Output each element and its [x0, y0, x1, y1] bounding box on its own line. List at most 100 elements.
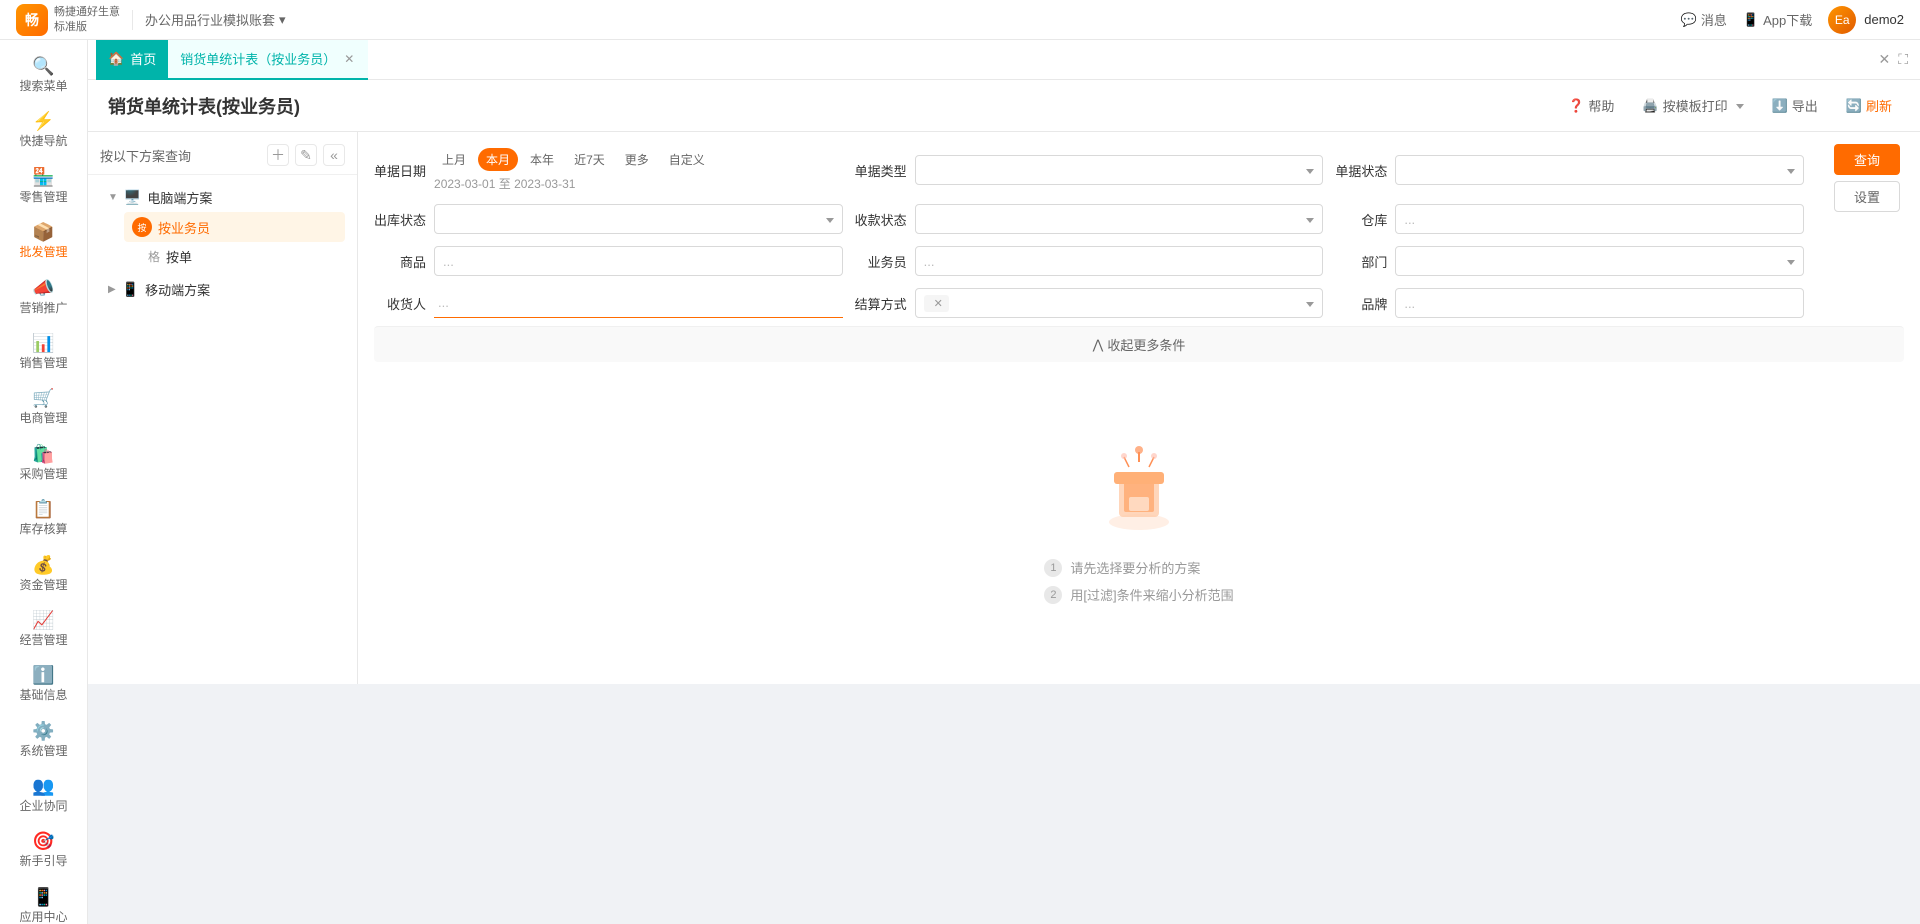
- sidebar-item-quicknav[interactable]: ⚡ 快捷导航: [0, 103, 87, 156]
- breadcrumb[interactable]: 办公用品行业模拟账套 ▾: [145, 10, 286, 29]
- receipt-status-filter-cell: 收款状态: [855, 204, 1324, 234]
- refresh-icon: 🔄: [1846, 98, 1862, 114]
- date-tab-7days[interactable]: 近7天: [566, 148, 613, 171]
- app-download-button[interactable]: 📱 App下载: [1743, 10, 1812, 29]
- date-tab-thisyear[interactable]: 本年: [522, 148, 562, 171]
- tree-item-order[interactable]: 格 按单: [124, 242, 345, 271]
- close-all-tabs-button[interactable]: ✕: [1878, 51, 1890, 68]
- goods-label: 商品: [374, 252, 426, 271]
- settlement-tag-close[interactable]: ✕: [934, 297, 943, 310]
- receipt-status-dropdown[interactable]: [915, 204, 1324, 234]
- sidebar-item-collab[interactable]: 👥 企业协同: [0, 768, 87, 821]
- order-status-dropdown[interactable]: [1395, 155, 1804, 185]
- user-name: demo2: [1864, 12, 1904, 27]
- sidebar-item-inventory[interactable]: 📋 库存核算: [0, 491, 87, 544]
- department-filter-cell: 部门: [1335, 246, 1804, 276]
- brand-input[interactable]: ...: [1395, 288, 1804, 318]
- export-icon: ⬇️: [1772, 98, 1788, 114]
- date-label: 单据日期: [374, 161, 426, 180]
- collapse-panel-button[interactable]: «: [323, 144, 345, 166]
- consignee-input[interactable]: ...: [434, 288, 843, 318]
- mobile-expand-icon: ▶: [108, 284, 116, 295]
- sidebar-item-search[interactable]: 🔍 搜索菜单: [0, 48, 87, 101]
- out-status-dropdown[interactable]: [434, 204, 843, 234]
- tree-node-mobile[interactable]: ▶ 📱 移动端方案: [100, 275, 345, 304]
- goods-placeholder: ...: [443, 254, 454, 269]
- export-button[interactable]: ⬇️ 导出: [1764, 92, 1826, 119]
- sidebar-item-purchase[interactable]: 🛍️ 采购管理: [0, 436, 87, 489]
- settlement-control[interactable]: ✕: [915, 288, 1324, 318]
- receipt-status-arrow-icon: [1302, 212, 1314, 227]
- add-scheme-button[interactable]: ＋: [267, 144, 289, 166]
- consignee-placeholder: ...: [438, 295, 449, 310]
- sidebar-item-guide[interactable]: 🎯 新手引导: [0, 823, 87, 876]
- basics-icon: ℹ️: [32, 665, 54, 686]
- tab-salesreport[interactable]: 销货单统计表（按业务员） ✕: [168, 40, 368, 80]
- filter-row-4: 收货人 ... 结算方式: [374, 288, 1904, 318]
- refresh-label: 刷新: [1866, 96, 1892, 115]
- maximize-button[interactable]: ⛶: [1898, 51, 1908, 68]
- sidebar-item-wholesale[interactable]: 📦 批发管理: [0, 214, 87, 267]
- logo-area: 畅 畅捷通好生意 标准版: [16, 4, 120, 36]
- department-label: 部门: [1335, 252, 1387, 271]
- consignee-label: 收货人: [374, 294, 426, 313]
- user-avatar: Ea: [1828, 6, 1856, 34]
- salesperson-input[interactable]: ...: [915, 246, 1324, 276]
- sidebar-item-retail[interactable]: 🏪 零售管理: [0, 159, 87, 212]
- tab-home-label: 首页: [130, 49, 156, 68]
- print-button[interactable]: 🖨️ 按模板打印: [1634, 92, 1751, 119]
- date-tab-custom[interactable]: 自定义: [661, 148, 713, 171]
- system-icon: ⚙️: [32, 721, 54, 742]
- sidebar-item-ecommerce[interactable]: 🛒 电商管理: [0, 380, 87, 433]
- sidebar-item-appcenter[interactable]: 📱 应用中心: [0, 879, 87, 924]
- sidebar-item-marketing[interactable]: 📣 营销推广: [0, 270, 87, 323]
- collapse-filters-button[interactable]: ⋀ 收起更多条件: [374, 326, 1904, 362]
- salesperson-scheme-icon: 按: [132, 217, 152, 237]
- sidebar-item-finance[interactable]: 💰 资金管理: [0, 547, 87, 600]
- order-type-dropdown[interactable]: [915, 155, 1324, 185]
- content-wrapper: 按以下方案查询 ＋ ✎ « ▼: [88, 132, 1920, 684]
- sidebar-item-sales[interactable]: 📊 销售管理: [0, 325, 87, 378]
- filter-row-3: 商品 ... 业务员 ...: [374, 246, 1904, 276]
- date-tab-more[interactable]: 更多: [617, 148, 657, 171]
- search-icon: 🔍: [32, 56, 54, 77]
- filter-row-1: 单据日期 上月 本月 本年 近7天 更多: [374, 148, 1904, 192]
- breadcrumb-arrow-icon: ▾: [279, 12, 286, 28]
- date-tabs: 上月 本月 本年 近7天 更多 自定义: [434, 148, 713, 171]
- purchase-icon: 🛍️: [32, 444, 54, 465]
- tree-salesperson-label: 按业务员: [158, 218, 210, 237]
- goods-input[interactable]: ...: [434, 246, 843, 276]
- settings-button[interactable]: 设置: [1834, 181, 1900, 212]
- refresh-button[interactable]: 🔄 刷新: [1838, 92, 1900, 119]
- page-header: 销货单统计表(按业务员) ❓ 帮助 🖨️ 按模板打印: [88, 80, 1920, 132]
- tree-node-pc[interactable]: ▼ 🖥️ 电脑端方案: [100, 183, 345, 212]
- tree-pc-children: 按 按业务员 格 按单: [100, 212, 345, 271]
- query-button[interactable]: 查询: [1834, 144, 1900, 175]
- order-status-arrow-icon: [1783, 163, 1795, 178]
- warehouse-input[interactable]: ...: [1395, 204, 1804, 234]
- date-control: 上月 本月 本年 近7天 更多 自定义 2023-03-01 至 20: [434, 148, 843, 192]
- sidebar-item-operations[interactable]: 📈 经营管理: [0, 602, 87, 655]
- print-dropdown-icon: [1732, 98, 1744, 113]
- inventory-icon: 📋: [32, 499, 54, 520]
- sidebar-item-basics[interactable]: ℹ️ 基础信息: [0, 657, 87, 710]
- appcenter-icon: 📱: [32, 887, 54, 908]
- tree-item-salesperson[interactable]: 按 按业务员: [124, 212, 345, 242]
- operations-icon: 📈: [32, 610, 54, 631]
- edit-scheme-button[interactable]: ✎: [295, 144, 317, 166]
- settlement-filter-cell: 结算方式 ✕: [855, 288, 1324, 318]
- tab-close-button[interactable]: ✕: [342, 50, 356, 68]
- department-dropdown[interactable]: [1395, 246, 1804, 276]
- guide-icon: 🎯: [32, 831, 54, 852]
- phone-icon: 📱: [1743, 12, 1759, 28]
- message-button[interactable]: 💬 消息: [1681, 10, 1727, 29]
- date-tab-thismonth[interactable]: 本月: [478, 148, 518, 171]
- tab-home[interactable]: 🏠 首页: [96, 40, 168, 80]
- sidebar-item-system[interactable]: ⚙️ 系统管理: [0, 713, 87, 766]
- help-button[interactable]: ❓ 帮助: [1560, 92, 1622, 119]
- mobile-icon: 📱: [122, 281, 139, 298]
- tab-salesreport-label: 销货单统计表（按业务员）: [180, 49, 336, 68]
- user-section[interactable]: Ea demo2: [1828, 6, 1904, 34]
- date-tab-lastmonth[interactable]: 上月: [434, 148, 474, 171]
- retail-icon: 🏪: [32, 167, 54, 188]
